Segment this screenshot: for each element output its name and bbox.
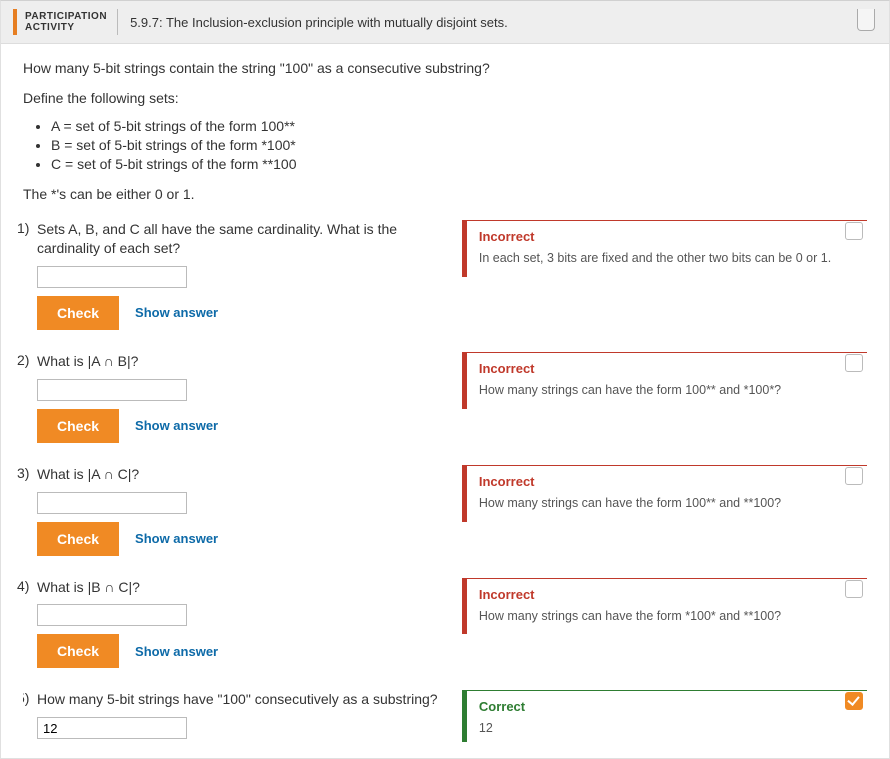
question-text: What is |A ∩ B|?	[37, 352, 442, 371]
feedback-box: Incorrect How many strings can have the …	[462, 578, 867, 635]
question-number: 5)	[23, 690, 29, 706]
button-row: Check Show answer	[37, 409, 442, 443]
question-text: Sets A, B, and C all have the same cardi…	[37, 220, 442, 258]
question-right: Incorrect How many strings can have the …	[462, 352, 867, 409]
definition-item: A = set of 5-bit strings of the form 100…	[51, 118, 867, 134]
question-text: How many 5-bit strings have "100" consec…	[37, 690, 442, 709]
question-right: Incorrect In each set, 3 bits are fixed …	[462, 220, 867, 277]
answer-input[interactable]	[37, 266, 187, 288]
answer-input[interactable]	[37, 492, 187, 514]
tag-line-2: ACTIVITY	[25, 22, 107, 33]
feedback-title: Correct	[479, 699, 855, 714]
check-button[interactable]: Check	[37, 634, 119, 668]
question-number: 1)	[17, 220, 29, 236]
feedback-title: Incorrect	[479, 474, 855, 489]
completion-badge	[857, 9, 875, 31]
activity-tag: PARTICIPATION ACTIVITY	[13, 9, 118, 35]
show-answer-link[interactable]: Show answer	[135, 644, 218, 659]
feedback-message: 12	[479, 720, 855, 737]
activity-title: 5.9.7: The Inclusion-exclusion principle…	[130, 15, 508, 30]
button-row: Check Show answer	[37, 296, 442, 330]
activity-body: How many 5-bit strings contain the strin…	[1, 44, 889, 758]
button-row: Check Show answer	[37, 522, 442, 556]
question-left: 2) What is |A ∩ B|? Check Show answer	[23, 352, 462, 443]
tag-line-1: PARTICIPATION	[25, 11, 107, 22]
feedback-message: How many strings can have the form 100**…	[479, 382, 855, 399]
question-right: Correct 12	[462, 690, 867, 742]
question-4: 4) What is |B ∩ C|? Check Show answer In…	[23, 578, 867, 669]
question-left: 4) What is |B ∩ C|? Check Show answer	[23, 578, 462, 669]
feedback-box: Incorrect How many strings can have the …	[462, 352, 867, 409]
definitions-list: A = set of 5-bit strings of the form 100…	[51, 118, 867, 172]
activity-container: PARTICIPATION ACTIVITY 5.9.7: The Inclus…	[0, 0, 890, 759]
question-2: 2) What is |A ∩ B|? Check Show answer In…	[23, 352, 867, 443]
shield-icon	[857, 9, 875, 31]
feedback-title: Incorrect	[479, 361, 855, 376]
check-button[interactable]: Check	[37, 296, 119, 330]
definition-item: B = set of 5-bit strings of the form *10…	[51, 137, 867, 153]
feedback-box: Incorrect How many strings can have the …	[462, 465, 867, 522]
define-label: Define the following sets:	[23, 90, 867, 106]
feedback-box: Incorrect In each set, 3 bits are fixed …	[462, 220, 867, 277]
feedback-box: Correct 12	[462, 690, 867, 742]
check-button[interactable]: Check	[37, 409, 119, 443]
question-right: Incorrect How many strings can have the …	[462, 465, 867, 522]
answer-input[interactable]	[37, 604, 187, 626]
answer-input[interactable]	[37, 717, 187, 739]
check-button[interactable]: Check	[37, 522, 119, 556]
question-1: 1) Sets A, B, and C all have the same ca…	[23, 220, 867, 330]
question-left: 3) What is |A ∩ C|? Check Show answer	[23, 465, 462, 556]
feedback-message: In each set, 3 bits are fixed and the ot…	[479, 250, 855, 267]
problem-intro: How many 5-bit strings contain the strin…	[23, 60, 867, 76]
question-number: 4)	[17, 578, 29, 594]
question-text: What is |B ∩ C|?	[37, 578, 442, 597]
question-left: 1) Sets A, B, and C all have the same ca…	[23, 220, 462, 330]
feedback-title: Incorrect	[479, 229, 855, 244]
feedback-title: Incorrect	[479, 587, 855, 602]
question-text: What is |A ∩ C|?	[37, 465, 442, 484]
show-answer-link[interactable]: Show answer	[135, 418, 218, 433]
definition-item: C = set of 5-bit strings of the form **1…	[51, 156, 867, 172]
note-text: The *'s can be either 0 or 1.	[23, 186, 867, 202]
button-row: Check Show answer	[37, 634, 442, 668]
show-answer-link[interactable]: Show answer	[135, 531, 218, 546]
answer-input[interactable]	[37, 379, 187, 401]
question-number: 3)	[17, 465, 29, 481]
question-3: 3) What is |A ∩ C|? Check Show answer In…	[23, 465, 867, 556]
question-left: 5) How many 5-bit strings have "100" con…	[23, 690, 462, 742]
show-answer-link[interactable]: Show answer	[135, 305, 218, 320]
question-number: 2)	[17, 352, 29, 368]
feedback-message: How many strings can have the form *100*…	[479, 608, 855, 625]
feedback-message: How many strings can have the form 100**…	[479, 495, 855, 512]
activity-header: PARTICIPATION ACTIVITY 5.9.7: The Inclus…	[1, 1, 889, 44]
question-right: Incorrect How many strings can have the …	[462, 578, 867, 635]
question-5: 5) How many 5-bit strings have "100" con…	[23, 690, 867, 742]
